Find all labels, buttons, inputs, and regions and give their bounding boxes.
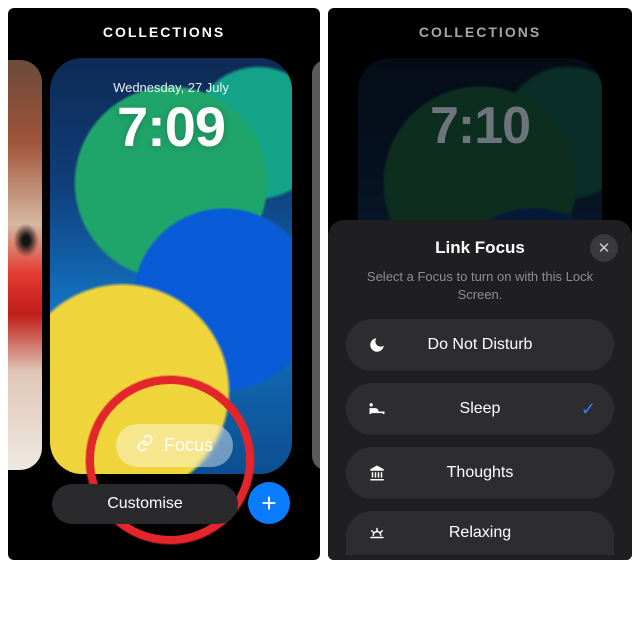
link-focus-sheet-screen: COLLECTIONS 7:10 ✕ Link Focus Select a F…	[328, 8, 632, 560]
customise-label: Customise	[107, 495, 183, 513]
moon-icon	[364, 336, 390, 354]
adjacent-wallpaper-left[interactable]	[8, 60, 42, 470]
bed-icon	[364, 399, 390, 419]
focus-option-thoughts[interactable]: Thoughts	[346, 447, 614, 499]
lockscreen-wallpaper-card[interactable]: Wednesday, 27 July 7:09	[50, 58, 292, 474]
focus-link-label: Focus	[164, 435, 213, 456]
sunset-icon	[364, 524, 390, 542]
plus-icon: +	[261, 488, 276, 519]
lockscreen-time: 7:09	[50, 94, 292, 159]
focus-option-sleep[interactable]: Sleep ✓	[346, 383, 614, 435]
focus-option-label: Relaxing	[390, 524, 596, 542]
focus-option-label: Sleep	[390, 400, 596, 418]
lockscreen-date: Wednesday, 27 July	[50, 80, 292, 95]
focus-option-do-not-disturb[interactable]: Do Not Disturb	[346, 319, 614, 371]
link-icon	[136, 434, 154, 457]
building-icon	[364, 464, 390, 482]
lockscreen-gallery-screen: COLLECTIONS Wednesday, 27 July 7:09 Focu…	[8, 8, 320, 560]
add-wallpaper-button[interactable]: +	[248, 482, 290, 524]
adjacent-wallpaper-right[interactable]	[312, 60, 320, 470]
focus-link-button[interactable]: Focus	[116, 424, 233, 467]
gallery-section-title: COLLECTIONS	[8, 24, 320, 40]
link-focus-sheet: ✕ Link Focus Select a Focus to turn on w…	[328, 220, 632, 560]
customise-button[interactable]: Customise	[52, 484, 238, 524]
focus-option-label: Do Not Disturb	[390, 336, 596, 354]
close-icon: ✕	[598, 239, 611, 257]
sheet-subtitle: Select a Focus to turn on with this Lock…	[365, 268, 595, 303]
focus-option-label: Thoughts	[390, 464, 596, 482]
checkmark-icon: ✓	[581, 399, 596, 420]
focus-option-relaxing[interactable]: Relaxing	[346, 511, 614, 555]
sheet-title: Link Focus	[346, 238, 614, 258]
close-button[interactable]: ✕	[590, 234, 618, 262]
